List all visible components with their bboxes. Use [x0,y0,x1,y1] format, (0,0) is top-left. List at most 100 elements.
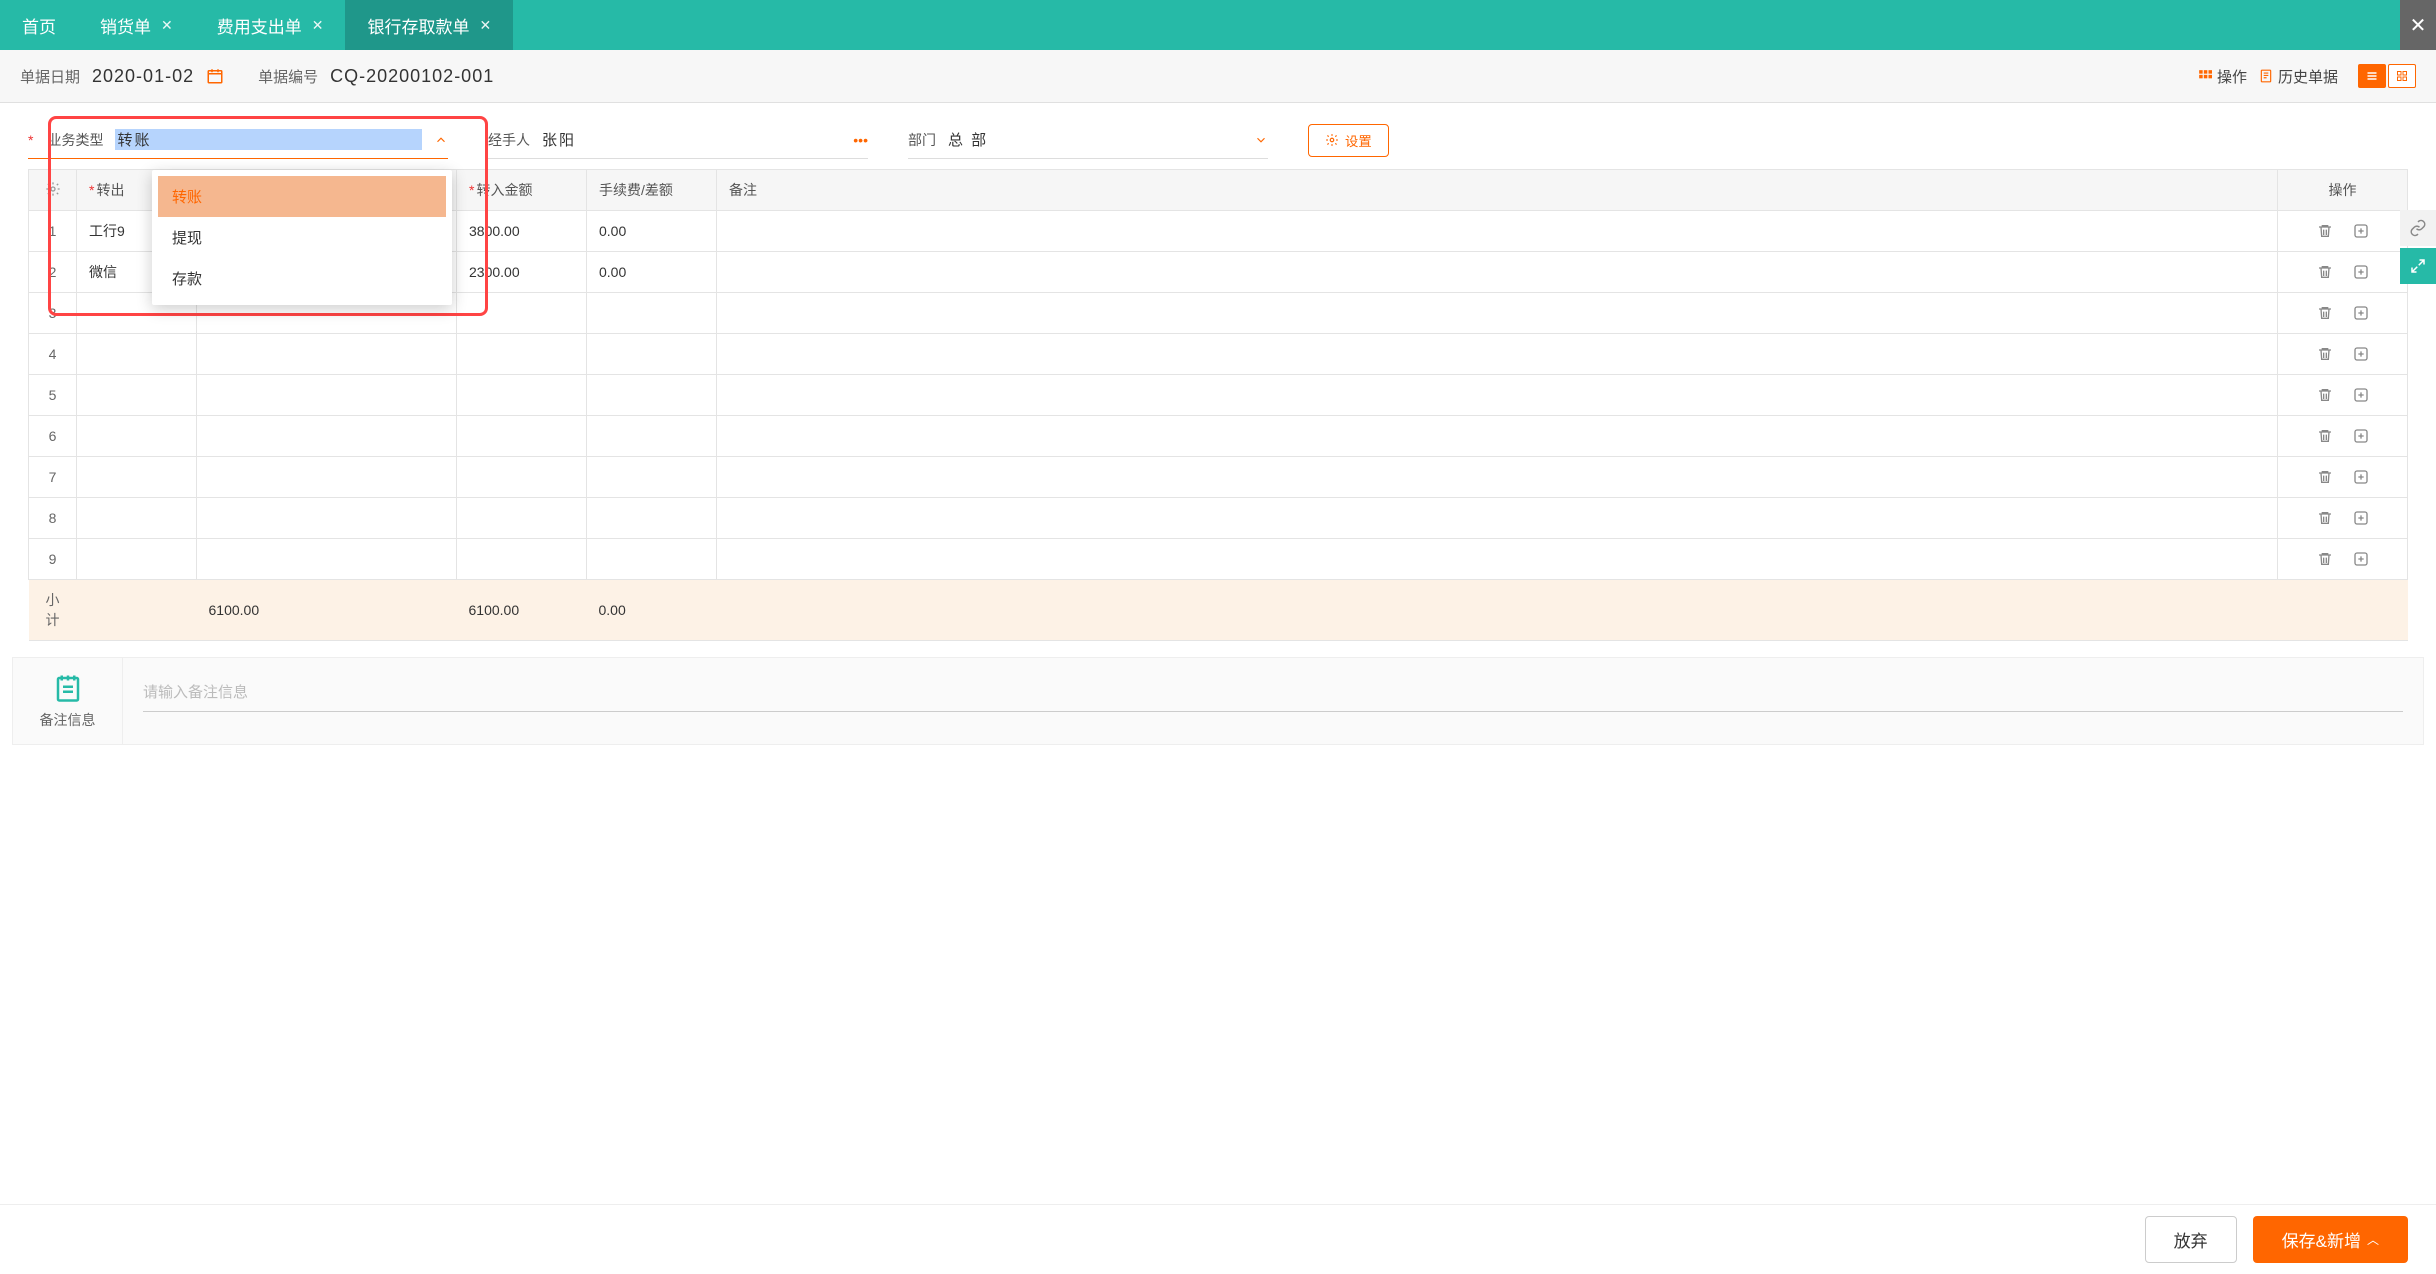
cell-remark[interactable] [717,252,2278,293]
cell-in-amount[interactable]: 2300.00 [457,252,587,293]
dept-select[interactable]: 部门 总 部 [908,121,1268,159]
view-list-button[interactable] [2358,64,2386,88]
document-icon [2259,68,2273,84]
link-tool[interactable] [2400,210,2436,246]
cell-hidden[interactable] [197,375,457,416]
delete-row-button[interactable] [2315,303,2335,323]
table-row[interactable]: 8 [29,498,2408,539]
dropdown-option-withdraw[interactable]: 提现 [158,217,446,258]
add-row-button[interactable] [2351,426,2371,446]
cell-fee[interactable]: 0.00 [587,252,717,293]
close-app-button[interactable]: ✕ [2400,0,2436,50]
cell-out-account[interactable] [77,375,197,416]
cell-in-amount[interactable] [457,293,587,334]
tab-bank[interactable]: 银行存取款单✕ [345,0,513,50]
cell-remark[interactable] [717,211,2278,252]
delete-row-button[interactable] [2315,508,2335,528]
cell-remark[interactable] [717,539,2278,580]
table-row[interactable]: 5 [29,375,2408,416]
close-icon[interactable]: ✕ [312,17,324,34]
delete-row-button[interactable] [2315,385,2335,405]
cell-remark[interactable] [717,457,2278,498]
history-link[interactable]: 历史单据 [2259,66,2338,87]
cell-out-account[interactable] [77,334,197,375]
table-row[interactable]: 6 [29,416,2408,457]
cell-hidden[interactable] [197,416,457,457]
calendar-icon[interactable] [206,67,224,85]
top-tab-bar: 首页 销货单✕ 费用支出单✕ 银行存取款单✕ ✕ [0,0,2436,50]
date-value[interactable]: 2020-01-02 [92,66,194,87]
add-row-button[interactable] [2351,262,2371,282]
filter-area: * 业务类型 转账 经手人 张阳 ••• 部门 总 部 设置 [0,103,2436,169]
gear-header[interactable] [29,170,77,211]
cell-remark[interactable] [717,375,2278,416]
add-row-button[interactable] [2351,385,2371,405]
row-number: 4 [29,334,77,375]
dropdown-option-deposit[interactable]: 存款 [158,258,446,299]
tab-sales[interactable]: 销货单✕ [78,0,195,50]
cell-in-amount[interactable] [457,416,587,457]
cell-remark[interactable] [717,416,2278,457]
save-new-button[interactable]: 保存&新增 ︿ [2253,1216,2408,1263]
cell-fee[interactable] [587,334,717,375]
biz-type-label: 业务类型 [47,130,103,150]
cell-fee[interactable]: 0.00 [587,211,717,252]
cell-in-amount[interactable] [457,498,587,539]
delete-row-button[interactable] [2315,344,2335,364]
cell-fee[interactable] [587,375,717,416]
cell-fee[interactable] [587,293,717,334]
discard-button[interactable]: 放弃 [2145,1216,2237,1263]
add-row-button[interactable] [2351,508,2371,528]
cell-in-amount[interactable] [457,457,587,498]
cell-remark[interactable] [717,334,2278,375]
tab-expense[interactable]: 费用支出单✕ [195,0,346,50]
side-toolbar [2400,210,2436,284]
close-icon[interactable]: ✕ [479,17,491,34]
cell-hidden[interactable] [197,457,457,498]
remark-input[interactable] [143,674,2403,712]
cell-fee[interactable] [587,457,717,498]
cell-remark[interactable] [717,293,2278,334]
delete-row-button[interactable] [2315,426,2335,446]
cell-out-account[interactable] [77,498,197,539]
cell-fee[interactable] [587,416,717,457]
dropdown-option-transfer[interactable]: 转账 [158,176,446,217]
cell-fee[interactable] [587,498,717,539]
settings-button[interactable]: 设置 [1308,124,1389,157]
cell-hidden[interactable] [197,334,457,375]
table-row[interactable]: 7 [29,457,2408,498]
cell-hidden[interactable] [197,498,457,539]
expand-tool[interactable] [2400,248,2436,284]
delete-row-button[interactable] [2315,221,2335,241]
add-row-button[interactable] [2351,221,2371,241]
close-icon[interactable]: ✕ [161,17,173,34]
cell-fee[interactable] [587,539,717,580]
view-grid-button[interactable] [2388,64,2416,88]
delete-row-button[interactable] [2315,549,2335,569]
cell-in-amount[interactable] [457,539,587,580]
cell-out-account[interactable] [77,416,197,457]
table-row[interactable]: 9 [29,539,2408,580]
cell-remark[interactable] [717,498,2278,539]
table-row[interactable]: 4 [29,334,2408,375]
add-row-button[interactable] [2351,467,2371,487]
handler-select[interactable]: 经手人 张阳 ••• [488,121,868,159]
cell-in-amount[interactable] [457,334,587,375]
cell-hidden[interactable] [197,539,457,580]
tab-home[interactable]: 首页 [0,0,78,50]
row-number: 3 [29,293,77,334]
ops-link[interactable]: 操作 [2198,66,2247,87]
cell-out-account[interactable] [77,457,197,498]
biz-type-select[interactable]: * 业务类型 转账 [28,121,448,159]
delete-row-button[interactable] [2315,262,2335,282]
date-label: 单据日期 [20,66,80,87]
cell-out-account[interactable] [77,539,197,580]
add-row-button[interactable] [2351,344,2371,364]
subtotal-label: 小计 [29,580,77,641]
row-number: 5 [29,375,77,416]
cell-in-amount[interactable] [457,375,587,416]
cell-in-amount[interactable]: 3800.00 [457,211,587,252]
add-row-button[interactable] [2351,549,2371,569]
add-row-button[interactable] [2351,303,2371,323]
delete-row-button[interactable] [2315,467,2335,487]
